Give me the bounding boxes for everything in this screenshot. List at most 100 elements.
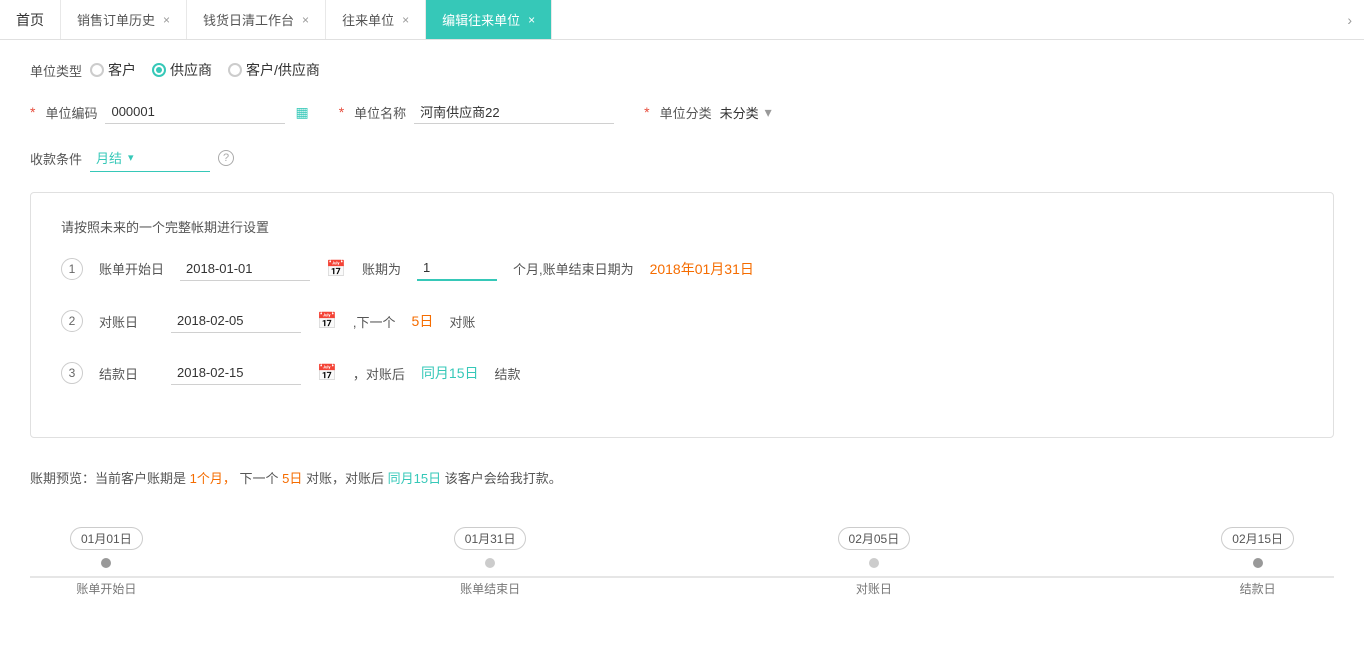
payment-highlight: 同月15日 xyxy=(421,363,479,383)
radio-customer[interactable]: 客户 xyxy=(90,60,136,80)
period-suffix: 个月,账单结束日期为 xyxy=(513,259,634,278)
payment-help-icon[interactable]: ? xyxy=(218,150,234,166)
preview-mid1: 下一个 xyxy=(240,471,279,486)
node-dot-1 xyxy=(101,558,111,568)
node-badge-2: 01月31日 xyxy=(454,527,527,550)
radio-supplier-circle xyxy=(152,63,166,77)
close-partner-units-icon[interactable]: × xyxy=(402,13,409,27)
unit-category-label: 单位分类 xyxy=(660,103,712,122)
close-cash-work-icon[interactable]: × xyxy=(302,13,309,27)
unit-type-group: 单位类型 客户 供应商 客户/供应商 xyxy=(30,60,320,80)
tab-cash-work[interactable]: 钱货日清工作台 × xyxy=(187,0,326,39)
payment-desc-after: 结款 xyxy=(495,364,521,383)
payment-value: 月结 xyxy=(96,148,122,167)
payment-group: 收款条件 月结 ▾ ? xyxy=(30,144,234,172)
settings-row-3: 3 结款日 📅 ，对账后 同月15日 结款 xyxy=(61,361,1303,385)
tab-sales-history-label: 销售订单历史 xyxy=(77,10,155,29)
unit-code-calendar-icon[interactable]: ▦ xyxy=(295,104,308,121)
preview-prefix: 账期预览：当前客户账期是 xyxy=(30,471,186,486)
timeline-nodes: 01月01日 账单开始日 01月31日 账单结束日 02月05日 对账日 02月… xyxy=(70,527,1294,597)
payment-date-input[interactable] xyxy=(171,361,301,385)
period-prefix: 账期为 xyxy=(362,259,401,278)
row-number-1: 1 xyxy=(61,258,83,280)
close-edit-partner-icon[interactable]: × xyxy=(528,13,535,27)
payment-chevron-icon: ▾ xyxy=(128,151,134,164)
timeline-node-3: 02月05日 对账日 xyxy=(838,527,911,597)
tab-sales-history[interactable]: 销售订单历史 × xyxy=(61,0,187,39)
unit-details-row: * 单位编码 ▦ * 单位名称 * 单位分类 未分类 ▾ xyxy=(30,100,1334,124)
settings-row-1: 1 账单开始日 📅 账期为 个月,账单结束日期为 2018年01月31日 xyxy=(61,256,1303,281)
radio-both[interactable]: 客户/供应商 xyxy=(228,60,320,80)
tab-edit-partner[interactable]: 编辑往来单位 × xyxy=(426,0,552,39)
unit-type-radio-group: 客户 供应商 客户/供应商 xyxy=(90,60,320,80)
recon-desc-after: 对账 xyxy=(449,312,475,331)
radio-both-circle xyxy=(228,63,242,77)
settings-title: 请按照未来的一个完整帐期进行设置 xyxy=(61,217,1303,236)
node-label-3: 对账日 xyxy=(856,580,892,597)
tab-more-chevron[interactable]: › xyxy=(1335,12,1364,28)
tab-home[interactable]: 首页 xyxy=(0,0,61,39)
start-date-input[interactable] xyxy=(180,257,310,281)
unit-category-group: * 单位分类 未分类 ▾ xyxy=(644,103,772,122)
radio-customer-label: 客户 xyxy=(108,60,136,80)
radio-supplier[interactable]: 供应商 xyxy=(152,60,212,80)
node-label-2: 账单结束日 xyxy=(460,580,520,597)
timeline-container: 01月01日 账单开始日 01月31日 账单结束日 02月05日 对账日 02月… xyxy=(30,517,1334,637)
period-end-date: 2018年01月31日 xyxy=(650,259,754,279)
preview-text: 账期预览：当前客户账期是 1个月， 下一个 5日 对账，对账后 同月15日 该客… xyxy=(30,458,1334,487)
payment-date-calendar-icon[interactable]: 📅 xyxy=(317,363,337,383)
period-input[interactable] xyxy=(417,256,497,281)
unit-category-chevron-icon: ▾ xyxy=(765,104,772,121)
unit-name-label: 单位名称 xyxy=(354,103,406,122)
unit-code-group: * 单位编码 ▦ xyxy=(30,100,309,124)
payment-desc-before: ，对账后 xyxy=(353,364,405,383)
node-badge-3: 02月05日 xyxy=(838,527,911,550)
unit-code-star: * xyxy=(30,104,35,120)
tab-partner-units[interactable]: 往来单位 × xyxy=(326,0,426,39)
unit-type-row: 单位类型 客户 供应商 客户/供应商 xyxy=(30,60,1334,80)
row-label-3: 结款日 xyxy=(99,364,155,383)
preview-highlight2: 5日 xyxy=(282,471,302,486)
unit-name-group: * 单位名称 xyxy=(339,100,614,124)
tab-cash-work-label: 钱货日清工作台 xyxy=(203,10,294,29)
settings-box: 请按照未来的一个完整帐期进行设置 1 账单开始日 📅 账期为 个月,账单结束日期… xyxy=(30,192,1334,438)
unit-code-label: 单位编码 xyxy=(45,103,97,122)
payment-select[interactable]: 月结 ▾ xyxy=(90,144,210,172)
recon-desc-before: ,下一个 xyxy=(353,312,396,331)
tab-edit-partner-label: 编辑往来单位 xyxy=(442,10,520,29)
preview-section: 账期预览：当前客户账期是 1个月， 下一个 5日 对账，对账后 同月15日 该客… xyxy=(30,458,1334,637)
close-sales-history-icon[interactable]: × xyxy=(163,13,170,27)
start-date-calendar-icon[interactable]: 📅 xyxy=(326,259,346,279)
timeline-node-2: 01月31日 账单结束日 xyxy=(454,527,527,597)
payment-label: 收款条件 xyxy=(30,149,82,168)
preview-suffix: 该客户会给我打款。 xyxy=(445,471,562,486)
node-badge-4: 02月15日 xyxy=(1221,527,1294,550)
row-label-2: 对账日 xyxy=(99,312,155,331)
node-dot-3 xyxy=(869,558,879,568)
tab-bar: 首页 销售订单历史 × 钱货日清工作台 × 往来单位 × 编辑往来单位 × › xyxy=(0,0,1364,40)
timeline-node-1: 01月01日 账单开始日 xyxy=(70,527,143,597)
recon-highlight: 5日 xyxy=(412,311,434,331)
recon-date-input[interactable] xyxy=(171,309,301,333)
node-label-4: 结款日 xyxy=(1240,580,1276,597)
unit-category-select[interactable]: 未分类 ▾ xyxy=(720,103,772,122)
preview-highlight1: 1个月， xyxy=(190,471,236,486)
preview-mid2: 对账，对账后 xyxy=(306,471,384,486)
node-dot-2 xyxy=(485,558,495,568)
radio-supplier-label: 供应商 xyxy=(170,60,212,80)
main-content: 单位类型 客户 供应商 客户/供应商 * 单位编码 xyxy=(0,40,1364,657)
unit-category-star: * xyxy=(644,104,649,120)
recon-date-calendar-icon[interactable]: 📅 xyxy=(317,311,337,331)
node-dot-4 xyxy=(1253,558,1263,568)
node-label-1: 账单开始日 xyxy=(76,580,136,597)
tab-partner-units-label: 往来单位 xyxy=(342,10,394,29)
unit-code-input[interactable] xyxy=(105,100,285,124)
row-number-2: 2 xyxy=(61,310,83,332)
unit-name-input[interactable] xyxy=(414,100,614,124)
node-badge-1: 01月01日 xyxy=(70,527,143,550)
row-label-1: 账单开始日 xyxy=(99,259,164,278)
unit-category-value: 未分类 xyxy=(720,103,759,122)
unit-name-star: * xyxy=(339,104,344,120)
settings-row-2: 2 对账日 📅 ,下一个 5日 对账 xyxy=(61,309,1303,333)
row-number-3: 3 xyxy=(61,362,83,384)
